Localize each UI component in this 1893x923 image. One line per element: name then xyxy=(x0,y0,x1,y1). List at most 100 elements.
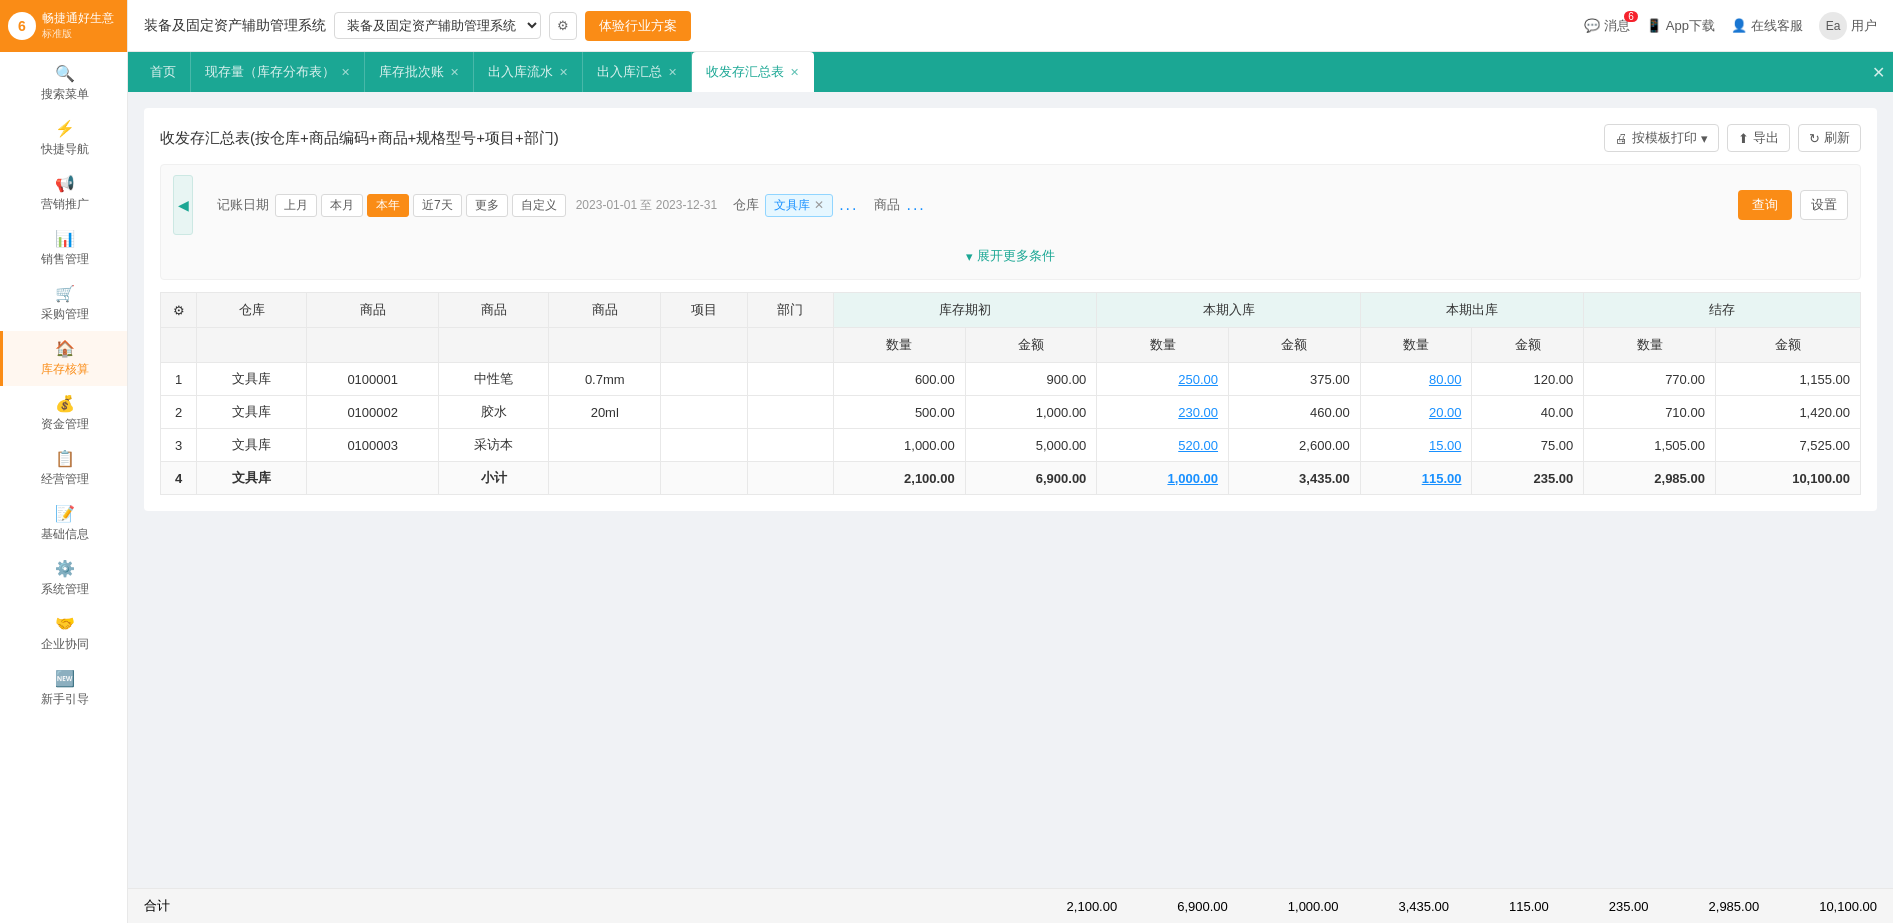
settings-gear-button[interactable]: ⚙ xyxy=(549,12,577,40)
th-out-qty: 数量 xyxy=(1360,328,1472,363)
date-btn-this-year[interactable]: 本年 xyxy=(367,194,409,217)
row-in-qty[interactable]: 520.00 xyxy=(1097,429,1229,462)
row-code: 0100002 xyxy=(307,396,439,429)
th-empty xyxy=(161,328,197,363)
row-in-amt: 2,600.00 xyxy=(1229,429,1361,462)
sidebar-item-finance[interactable]: 💰 资金管理 xyxy=(0,386,127,441)
subtotal-row: 4 文具库 小计 2,100.00 6,900.00 1,000.00 3,43… xyxy=(161,462,1861,495)
tab-close-icon[interactable]: ✕ xyxy=(559,66,568,79)
tab-summary[interactable]: 出入库汇总 ✕ xyxy=(583,52,692,92)
sidebar-item-sales[interactable]: 📊 销售管理 xyxy=(0,221,127,276)
table-container: ⚙ 仓库 商品 商品 商品 项目 部门 库存期初 本期入库 本期出库 结存 xyxy=(160,292,1861,495)
tab-close-icon[interactable]: ✕ xyxy=(790,66,799,79)
print-icon: 🖨 xyxy=(1615,131,1628,146)
system-selector[interactable]: 装备及固定资产辅助管理系统 xyxy=(334,12,541,39)
row-seq: 3 xyxy=(161,429,197,462)
row-bal-qty: 770.00 xyxy=(1584,363,1716,396)
row-warehouse: 文具库 xyxy=(197,429,307,462)
date-btn-7days[interactable]: 近7天 xyxy=(413,194,462,217)
th-code: 商品 xyxy=(307,293,439,328)
sidebar-item-basic[interactable]: 📝 基础信息 xyxy=(0,496,127,551)
sidebar-item-quick[interactable]: ⚡ 快捷导航 xyxy=(0,111,127,166)
subtotal-bal-amt: 10,100.00 xyxy=(1715,462,1860,495)
subtotal-out-qty[interactable]: 115.00 xyxy=(1360,462,1472,495)
th-in-qty: 数量 xyxy=(1097,328,1229,363)
date-btn-more[interactable]: 更多 xyxy=(466,194,508,217)
tab-close-icon[interactable]: ✕ xyxy=(668,66,677,79)
total-in-qty: 1,000.00 xyxy=(1288,899,1339,914)
th-init-qty: 数量 xyxy=(833,328,965,363)
chevron-down-icon: ▾ xyxy=(1701,131,1708,146)
warehouse-tag: 文具库 ✕ xyxy=(765,194,833,217)
row-in-qty[interactable]: 250.00 xyxy=(1097,363,1229,396)
trial-button[interactable]: 体验行业方案 xyxy=(585,11,691,41)
sidebar-item-enterprise[interactable]: 🤝 企业协同 xyxy=(0,606,127,661)
row-seq: 1 xyxy=(161,363,197,396)
date-btn-custom[interactable]: 自定义 xyxy=(512,194,566,217)
row-init-amt: 900.00 xyxy=(965,363,1097,396)
tab-flow-label: 出入库流水 xyxy=(488,63,553,81)
sidebar-item-marketing[interactable]: 📢 营销推广 xyxy=(0,166,127,221)
tab-flow[interactable]: 出入库流水 ✕ xyxy=(474,52,583,92)
tab-close-icon[interactable]: ✕ xyxy=(341,66,350,79)
subtotal-empty xyxy=(307,462,439,495)
table-settings-header: ⚙ xyxy=(161,293,197,328)
subtotal-in-qty[interactable]: 1,000.00 xyxy=(1097,462,1229,495)
data-table: ⚙ 仓库 商品 商品 商品 项目 部门 库存期初 本期入库 本期出库 结存 xyxy=(160,292,1861,495)
export-button[interactable]: ⬆ 导出 xyxy=(1727,124,1790,152)
th-code-2 xyxy=(307,328,439,363)
service-button[interactable]: 👤 在线客服 xyxy=(1731,17,1803,35)
tab-close-icon[interactable]: ✕ xyxy=(450,66,459,79)
user-label: 用户 xyxy=(1851,17,1877,35)
th-warehouse: 仓库 xyxy=(197,293,307,328)
main-area: 装备及固定资产辅助管理系统 装备及固定资产辅助管理系统 ⚙ 体验行业方案 💬 消… xyxy=(128,0,1893,923)
row-out-qty[interactable]: 80.00 xyxy=(1360,363,1472,396)
expand-conditions-button[interactable]: ▾ 展开更多条件 xyxy=(958,243,1063,269)
row-out-qty[interactable]: 15.00 xyxy=(1360,429,1472,462)
row-out-amt: 120.00 xyxy=(1472,363,1584,396)
app-download-button[interactable]: 📱 App下载 xyxy=(1646,17,1715,35)
settings-button[interactable]: 设置 xyxy=(1800,190,1848,220)
print-button[interactable]: 🖨 按模板打印 ▾ xyxy=(1604,124,1719,152)
sidebar-item-inventory[interactable]: 🏠 库存核算 xyxy=(0,331,127,386)
sidebar-item-label: 企业协同 xyxy=(41,636,89,653)
refresh-icon: ↻ xyxy=(1809,131,1820,146)
date-btn-this-month[interactable]: 本月 xyxy=(321,194,363,217)
tab-batch[interactable]: 库存批次账 ✕ xyxy=(365,52,474,92)
sidebar-item-label: 营销推广 xyxy=(41,196,89,213)
message-button[interactable]: 💬 消息 6 xyxy=(1584,17,1630,35)
row-out-qty[interactable]: 20.00 xyxy=(1360,396,1472,429)
row-in-qty[interactable]: 230.00 xyxy=(1097,396,1229,429)
sidebar-item-purchase[interactable]: 🛒 采购管理 xyxy=(0,276,127,331)
date-btn-last-month[interactable]: 上月 xyxy=(275,194,317,217)
user-menu-button[interactable]: Ea 用户 xyxy=(1819,12,1877,40)
header-right: 💬 消息 6 📱 App下载 👤 在线客服 Ea 用户 xyxy=(1584,12,1877,40)
tab-inventory-dist[interactable]: 现存量（库存分布表） ✕ xyxy=(191,52,365,92)
tab-home[interactable]: 首页 xyxy=(136,52,191,92)
app-icon: 📱 xyxy=(1646,18,1662,33)
sidebar-item-system[interactable]: ⚙️ 系统管理 xyxy=(0,551,127,606)
goods-filter-dots[interactable]: ... xyxy=(906,196,925,214)
sidebar-item-label: 资金管理 xyxy=(41,416,89,433)
refresh-button[interactable]: ↻ 刷新 xyxy=(1798,124,1861,152)
query-button[interactable]: 查询 xyxy=(1738,190,1792,220)
warehouse-tag-close[interactable]: ✕ xyxy=(814,198,824,212)
message-badge: 6 xyxy=(1624,11,1638,22)
tab-receipt-summary[interactable]: 收发存汇总表 ✕ xyxy=(692,52,814,92)
sidebar: 6 畅捷通好生意 标准版 🔍 搜索菜单 ⚡ 快捷导航 📢 营销推广 📊 销售管理… xyxy=(0,0,128,923)
row-goods: 中性笔 xyxy=(439,363,549,396)
subtotal-in-amt: 3,435.00 xyxy=(1229,462,1361,495)
row-project xyxy=(661,396,747,429)
user-avatar: Ea xyxy=(1819,12,1847,40)
warehouse-filter-dots[interactable]: ... xyxy=(839,196,858,214)
logo-text: 畅捷通好生意 标准版 xyxy=(42,11,114,41)
tab-bar-close-button[interactable]: ✕ xyxy=(1872,63,1885,82)
sidebar-item-operation[interactable]: 📋 经营管理 xyxy=(0,441,127,496)
inventory-icon: 🏠 xyxy=(55,339,75,358)
sidebar-nav: 🔍 搜索菜单 ⚡ 快捷导航 📢 营销推广 📊 销售管理 🛒 采购管理 🏠 库存核… xyxy=(0,52,127,923)
collapse-button[interactable]: ◀ xyxy=(173,175,193,235)
sidebar-item-search[interactable]: 🔍 搜索菜单 xyxy=(0,56,127,111)
row-seq: 2 xyxy=(161,396,197,429)
sidebar-item-guide[interactable]: 🆕 新手引导 xyxy=(0,661,127,716)
export-icon: ⬆ xyxy=(1738,131,1749,146)
